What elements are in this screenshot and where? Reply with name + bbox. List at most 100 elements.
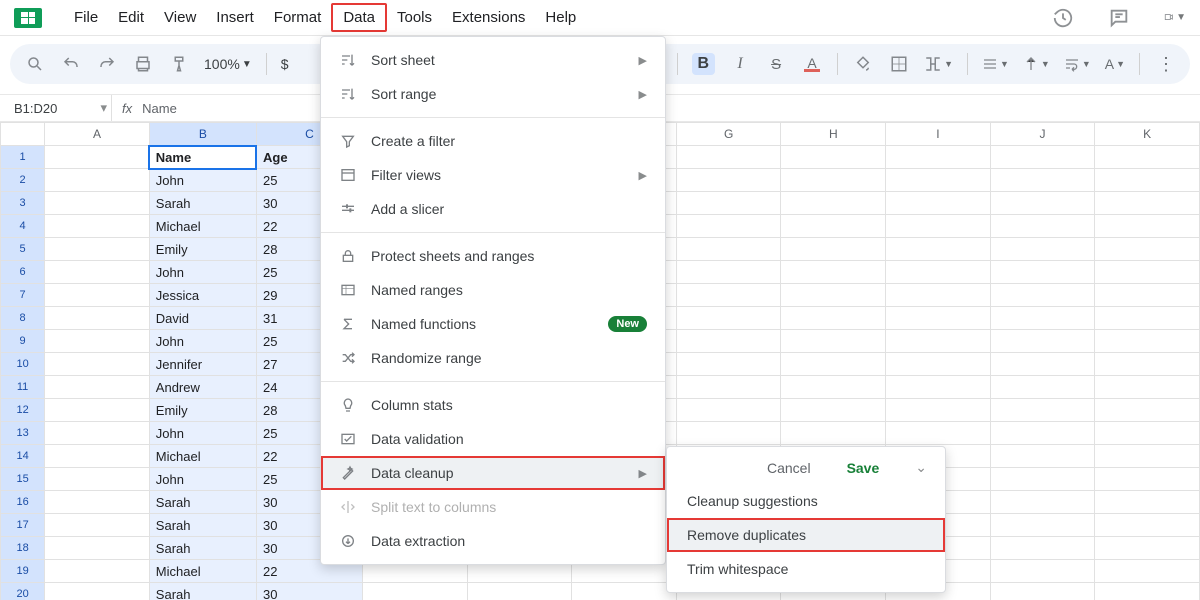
cell[interactable] <box>886 146 991 169</box>
cell[interactable] <box>45 284 150 307</box>
more-icon[interactable]: ⋮ <box>1154 53 1176 75</box>
cell[interactable] <box>676 399 781 422</box>
cell[interactable] <box>990 422 1095 445</box>
cell[interactable] <box>676 307 781 330</box>
cell[interactable]: Michael <box>149 560 256 583</box>
cell[interactable] <box>886 330 991 353</box>
cell[interactable]: Sarah <box>149 491 256 514</box>
menu-data[interactable]: Data <box>331 3 387 32</box>
chevron-down-icon[interactable]: ⌄ <box>915 459 927 476</box>
cell[interactable] <box>990 491 1095 514</box>
cell[interactable] <box>572 583 677 600</box>
cell[interactable] <box>990 399 1095 422</box>
cell[interactable] <box>990 514 1095 537</box>
cell[interactable]: John <box>149 261 256 284</box>
zoom-select[interactable]: 100% ▼ <box>204 56 252 72</box>
cell[interactable] <box>676 215 781 238</box>
cell[interactable] <box>45 445 150 468</box>
cell[interactable] <box>676 261 781 284</box>
cell[interactable] <box>990 445 1095 468</box>
paint-format-icon[interactable] <box>168 53 190 75</box>
cell[interactable] <box>45 215 150 238</box>
col-header-A[interactable]: A <box>45 123 150 146</box>
menu-item-data-cleanup[interactable]: Data cleanup▶ <box>321 456 665 490</box>
cell[interactable] <box>1095 330 1200 353</box>
cell[interactable] <box>45 583 150 600</box>
cell[interactable] <box>781 284 886 307</box>
cell[interactable] <box>886 399 991 422</box>
menu-help[interactable]: Help <box>535 5 586 30</box>
cell[interactable] <box>781 146 886 169</box>
cell[interactable] <box>676 353 781 376</box>
cell[interactable]: John <box>149 468 256 491</box>
save-button[interactable]: Save <box>847 460 880 476</box>
cell[interactable] <box>781 376 886 399</box>
cell[interactable] <box>1095 307 1200 330</box>
cell[interactable] <box>362 583 467 600</box>
cell[interactable] <box>781 192 886 215</box>
cell[interactable] <box>781 307 886 330</box>
cell[interactable] <box>45 560 150 583</box>
cell[interactable]: Andrew <box>149 376 256 399</box>
cell[interactable] <box>467 583 572 600</box>
col-header-J[interactable]: J <box>990 123 1095 146</box>
cell[interactable] <box>1095 353 1200 376</box>
cell[interactable] <box>45 399 150 422</box>
cell[interactable] <box>990 307 1095 330</box>
menu-item-add-a-slicer[interactable]: Add a slicer <box>321 192 665 226</box>
col-header-I[interactable]: I <box>886 123 991 146</box>
cell[interactable] <box>45 192 150 215</box>
borders-button[interactable] <box>888 53 910 75</box>
cell[interactable] <box>676 284 781 307</box>
search-icon[interactable] <box>24 53 46 75</box>
h-align-button[interactable]: ▼ <box>982 53 1009 75</box>
name-box[interactable]: B1:D20 ▾ <box>0 95 112 121</box>
text-color-button[interactable]: A <box>801 53 823 75</box>
cell[interactable] <box>1095 261 1200 284</box>
cell[interactable] <box>990 169 1095 192</box>
cell[interactable] <box>886 353 991 376</box>
cell[interactable] <box>990 215 1095 238</box>
cell[interactable] <box>990 192 1095 215</box>
cell[interactable] <box>990 146 1095 169</box>
menu-item-column-stats[interactable]: Column stats <box>321 388 665 422</box>
cell[interactable] <box>45 238 150 261</box>
menu-item-sort-range[interactable]: Sort range▶ <box>321 77 665 111</box>
fill-color-button[interactable] <box>852 53 874 75</box>
col-header-H[interactable]: H <box>781 123 886 146</box>
cell[interactable]: Sarah <box>149 537 256 560</box>
cell[interactable]: Sarah <box>149 514 256 537</box>
cell[interactable] <box>990 583 1095 600</box>
cell[interactable] <box>1095 537 1200 560</box>
cell[interactable] <box>990 468 1095 491</box>
cell[interactable] <box>676 376 781 399</box>
row-header[interactable]: 13 <box>1 422 45 445</box>
cell[interactable] <box>886 192 991 215</box>
cell[interactable]: Emily <box>149 399 256 422</box>
cell[interactable] <box>781 422 886 445</box>
cell[interactable] <box>781 215 886 238</box>
cell[interactable] <box>45 491 150 514</box>
cell[interactable] <box>1095 468 1200 491</box>
cell[interactable]: Sarah <box>149 192 256 215</box>
row-header[interactable]: 7 <box>1 284 45 307</box>
row-header[interactable]: 16 <box>1 491 45 514</box>
row-header[interactable]: 2 <box>1 169 45 192</box>
cell[interactable] <box>1095 192 1200 215</box>
cell[interactable] <box>781 330 886 353</box>
menu-item-filter-views[interactable]: Filter views▶ <box>321 158 665 192</box>
cell[interactable] <box>1095 514 1200 537</box>
col-header-B[interactable]: B <box>149 123 256 146</box>
row-header[interactable]: 14 <box>1 445 45 468</box>
cell[interactable]: Jessica <box>149 284 256 307</box>
cell[interactable] <box>45 261 150 284</box>
cell[interactable] <box>676 238 781 261</box>
cell[interactable] <box>1095 445 1200 468</box>
submenu-item-remove-duplicates[interactable]: Remove duplicates <box>667 518 945 552</box>
cell[interactable] <box>990 353 1095 376</box>
rotate-button[interactable]: A▼ <box>1105 53 1125 75</box>
cell[interactable] <box>45 146 150 169</box>
cell[interactable] <box>1095 560 1200 583</box>
cell[interactable] <box>886 376 991 399</box>
col-header-G[interactable]: G <box>676 123 781 146</box>
